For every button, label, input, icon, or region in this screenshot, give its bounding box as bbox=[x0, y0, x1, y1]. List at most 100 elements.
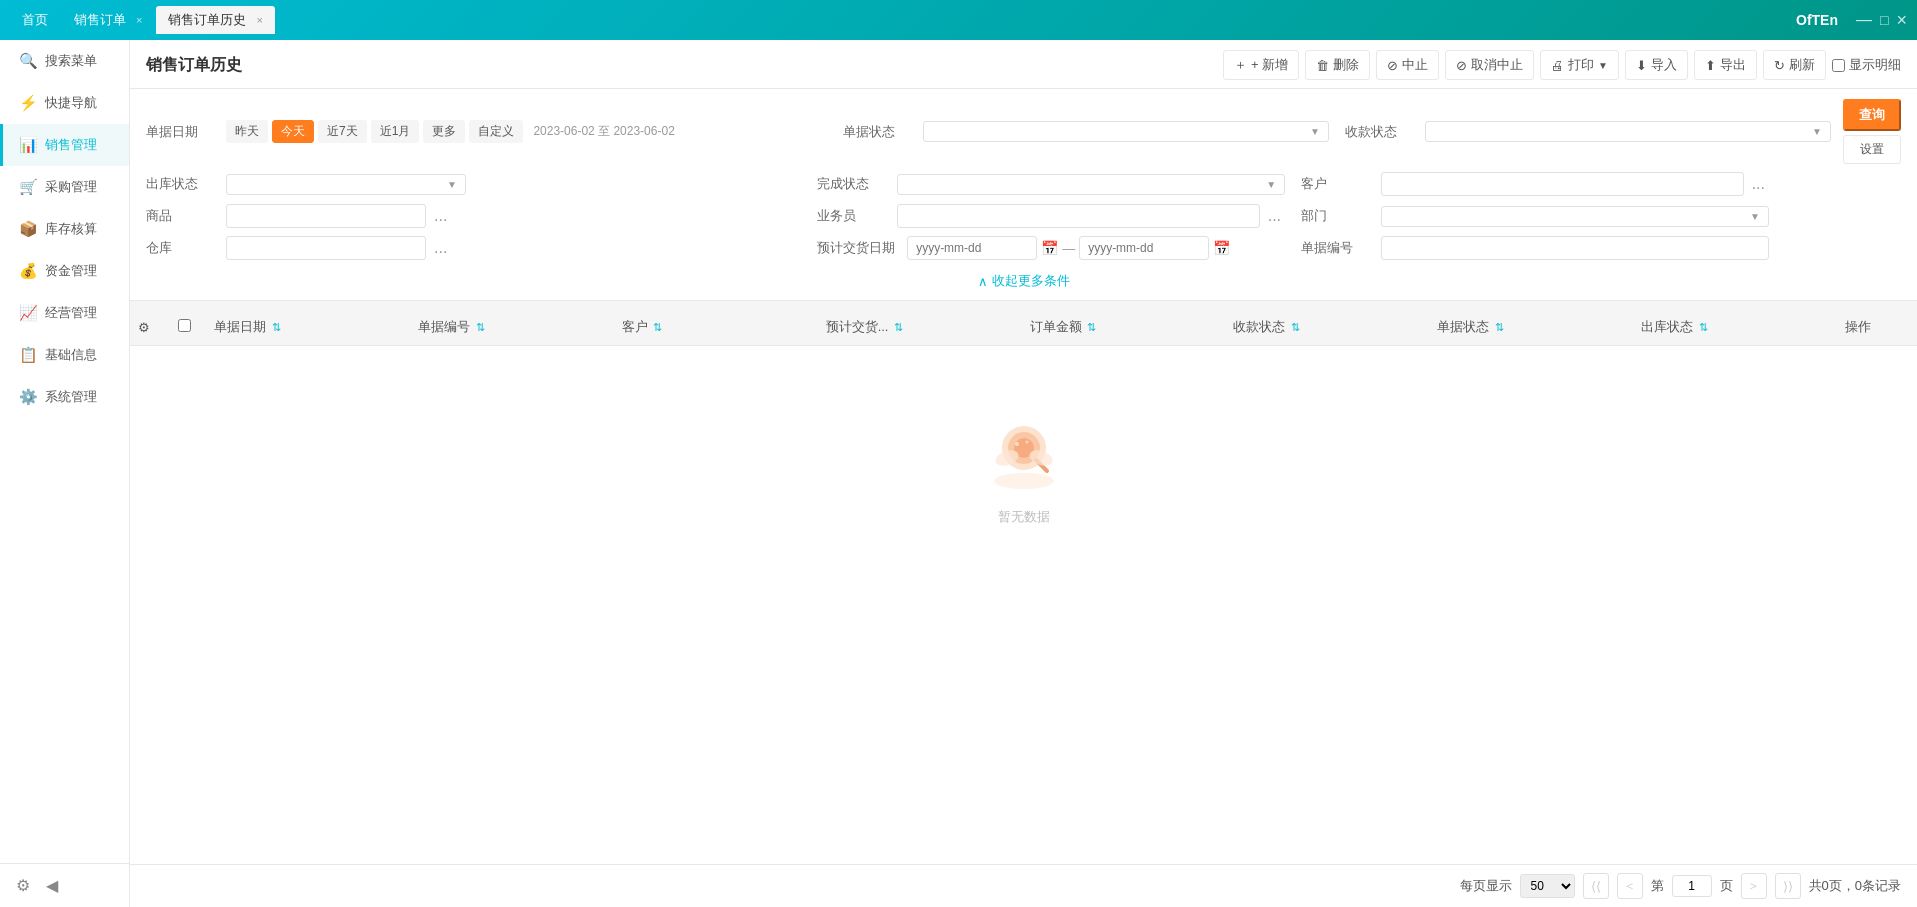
th-amount-sort-icon[interactable]: ⇅ bbox=[1087, 321, 1096, 333]
th-payment-sort-icon[interactable]: ⇅ bbox=[1291, 321, 1300, 333]
print-btn[interactable]: 🖨 打印 ▼ bbox=[1540, 50, 1619, 80]
sidebar-item-purchase-mgmt[interactable]: 🛒 采购管理 bbox=[0, 166, 129, 208]
payment-status-select[interactable]: ▼ bbox=[1425, 121, 1831, 142]
pagination-next-btn[interactable]: ＞ bbox=[1741, 873, 1767, 899]
sidebar-item-fund-mgmt[interactable]: 💰 资金管理 bbox=[0, 250, 129, 292]
sidebar-item-sales-mgmt[interactable]: 📊 销售管理 bbox=[0, 124, 129, 166]
th-number[interactable]: 单据编号 ⇅ bbox=[410, 309, 614, 346]
department-select[interactable]: ▼ bbox=[1381, 206, 1769, 227]
date-btn-7days[interactable]: 近7天 bbox=[318, 120, 367, 143]
tab-home-label: 首页 bbox=[22, 11, 48, 29]
customer-input[interactable] bbox=[1381, 172, 1744, 196]
customer-dots-icon[interactable]: ... bbox=[1748, 175, 1769, 193]
delivery-start-input[interactable] bbox=[907, 236, 1037, 260]
sidebar-item-inventory-check[interactable]: 📦 库存核算 bbox=[0, 208, 129, 250]
cancel-stop-label: 取消中止 bbox=[1471, 56, 1523, 74]
sidebar-item-system-mgmt[interactable]: ⚙️ 系统管理 bbox=[0, 376, 129, 418]
tab-sales-order[interactable]: 销售订单 × bbox=[62, 6, 154, 34]
new-btn[interactable]: ＋ + 新增 bbox=[1223, 50, 1299, 80]
date-btn-today[interactable]: 今天 bbox=[272, 120, 314, 143]
th-number-sort-icon[interactable]: ⇅ bbox=[476, 321, 485, 333]
complete-status-arrow-icon: ▼ bbox=[1266, 179, 1276, 190]
th-outbound-status[interactable]: 出库状态 ⇅ bbox=[1633, 309, 1837, 346]
settings-btn[interactable]: 设置 bbox=[1843, 135, 1901, 164]
sidebar-settings-icon[interactable]: ⚙ bbox=[16, 876, 30, 895]
sidebar-collapse-icon[interactable]: ◀ bbox=[46, 876, 58, 895]
stop-icon: ⊘ bbox=[1387, 58, 1398, 73]
th-order-status[interactable]: 单据状态 ⇅ bbox=[1429, 309, 1633, 346]
sidebar-item-quick-nav[interactable]: ⚡ 快捷导航 bbox=[0, 82, 129, 124]
th-check[interactable] bbox=[170, 309, 206, 346]
th-amount[interactable]: 订单金额 ⇅ bbox=[1022, 309, 1226, 346]
th-date[interactable]: 单据日期 ⇅ bbox=[206, 309, 410, 346]
salesperson-dots-icon[interactable]: ... bbox=[1264, 207, 1285, 225]
query-btn[interactable]: 查询 bbox=[1843, 99, 1901, 131]
filter-field-delivery-date: 预计交货日期 📅 — 📅 bbox=[817, 236, 1285, 260]
th-order-sort-icon[interactable]: ⇅ bbox=[1495, 321, 1504, 333]
page-size-select[interactable]: 50 20 100 bbox=[1520, 874, 1575, 898]
display-detail-checkbox[interactable] bbox=[1832, 59, 1845, 72]
order-status-select[interactable]: ▼ bbox=[923, 121, 1329, 142]
window-close-btn[interactable]: × bbox=[1896, 10, 1907, 31]
pagination-prev-btn[interactable]: ＜ bbox=[1617, 873, 1643, 899]
export-label: 导出 bbox=[1720, 56, 1746, 74]
settings-icon[interactable]: ⚙ bbox=[138, 320, 150, 335]
th-payment-status[interactable]: 收款状态 ⇅ bbox=[1225, 309, 1429, 346]
page-number-input[interactable] bbox=[1672, 875, 1712, 897]
tab-sales-order-history-close[interactable]: × bbox=[256, 14, 262, 26]
th-delivery[interactable]: 预计交货... ⇅ bbox=[818, 309, 1022, 346]
topbar-tabs: 首页 销售订单 × 销售订单历史 × bbox=[10, 6, 1796, 34]
date-filter-label: 单据日期 bbox=[146, 123, 226, 141]
collapse-bar[interactable]: ∧ 收起更多条件 bbox=[146, 268, 1901, 290]
goods-dots-icon[interactable]: ... bbox=[430, 207, 451, 225]
stop-btn[interactable]: ⊘ 中止 bbox=[1376, 50, 1439, 80]
order-number-input[interactable] bbox=[1381, 236, 1769, 260]
delivery-end-input[interactable] bbox=[1079, 236, 1209, 260]
sidebar-item-operation-mgmt[interactable]: 📈 经营管理 bbox=[0, 292, 129, 334]
select-all-checkbox[interactable] bbox=[178, 319, 191, 332]
delivery-start-calendar-icon[interactable]: 📅 bbox=[1041, 240, 1058, 256]
goods-input[interactable] bbox=[226, 204, 426, 228]
delete-btn[interactable]: 🗑 删除 bbox=[1305, 50, 1370, 80]
purchase-mgmt-icon: 🛒 bbox=[19, 178, 37, 196]
th-delivery-sort-icon[interactable]: ⇅ bbox=[894, 321, 903, 333]
tab-sales-order-close[interactable]: × bbox=[136, 14, 142, 26]
search-menu-icon: 🔍 bbox=[19, 52, 37, 70]
sidebar-item-search-menu[interactable]: 🔍 搜索菜单 bbox=[0, 40, 129, 82]
th-date-sort-icon[interactable]: ⇅ bbox=[272, 321, 281, 333]
window-minimize-btn[interactable]: — bbox=[1856, 11, 1872, 29]
quick-nav-icon: ⚡ bbox=[19, 94, 37, 112]
import-btn[interactable]: ⬇ 导入 bbox=[1625, 50, 1688, 80]
outbound-status-select[interactable]: ▼ bbox=[226, 174, 466, 195]
filter-field-complete-status: 完成状态 ▼ bbox=[817, 174, 1285, 195]
th-payment-status-label: 收款状态 bbox=[1233, 319, 1285, 334]
salesperson-input[interactable] bbox=[897, 204, 1260, 228]
th-outbound-sort-icon[interactable]: ⇅ bbox=[1699, 321, 1708, 333]
delivery-end-calendar-icon[interactable]: 📅 bbox=[1213, 240, 1230, 256]
date-btn-custom[interactable]: 自定义 bbox=[469, 120, 523, 143]
date-btn-more[interactable]: 更多 bbox=[423, 120, 465, 143]
refresh-btn[interactable]: ↻ 刷新 bbox=[1763, 50, 1826, 80]
th-date-label: 单据日期 bbox=[214, 319, 266, 334]
th-customer[interactable]: 客户 ⇅ bbox=[614, 309, 818, 346]
pagination-last-btn[interactable]: ⟩⟩ bbox=[1775, 873, 1801, 899]
date-filter-control: 昨天 今天 近7天 近1月 更多 自定义 2023-06-02 至 2023-0… bbox=[226, 120, 827, 143]
outbound-status-label: 出库状态 bbox=[146, 175, 226, 193]
sidebar-item-quick-nav-label: 快捷导航 bbox=[45, 94, 97, 112]
date-btn-1month[interactable]: 近1月 bbox=[371, 120, 420, 143]
filter-field-customer: 客户 ... bbox=[1301, 172, 1769, 196]
display-detail-toggle[interactable]: 显示明细 bbox=[1832, 56, 1901, 74]
tab-sales-order-history[interactable]: 销售订单历史 × bbox=[156, 6, 274, 34]
complete-status-select[interactable]: ▼ bbox=[897, 174, 1285, 195]
th-settings[interactable]: ⚙ bbox=[130, 309, 170, 346]
warehouse-input[interactable] bbox=[226, 236, 426, 260]
tab-home[interactable]: 首页 bbox=[10, 6, 60, 34]
date-btn-yesterday[interactable]: 昨天 bbox=[226, 120, 268, 143]
sidebar-item-basic-info[interactable]: 📋 基础信息 bbox=[0, 334, 129, 376]
cancel-stop-btn[interactable]: ⊘ 取消中止 bbox=[1445, 50, 1534, 80]
export-btn[interactable]: ⬆ 导出 bbox=[1694, 50, 1757, 80]
th-customer-sort-icon[interactable]: ⇅ bbox=[653, 321, 662, 333]
warehouse-dots-icon[interactable]: ... bbox=[430, 239, 451, 257]
window-maximize-btn[interactable]: □ bbox=[1880, 12, 1888, 28]
pagination-first-btn[interactable]: ⟨⟨ bbox=[1583, 873, 1609, 899]
